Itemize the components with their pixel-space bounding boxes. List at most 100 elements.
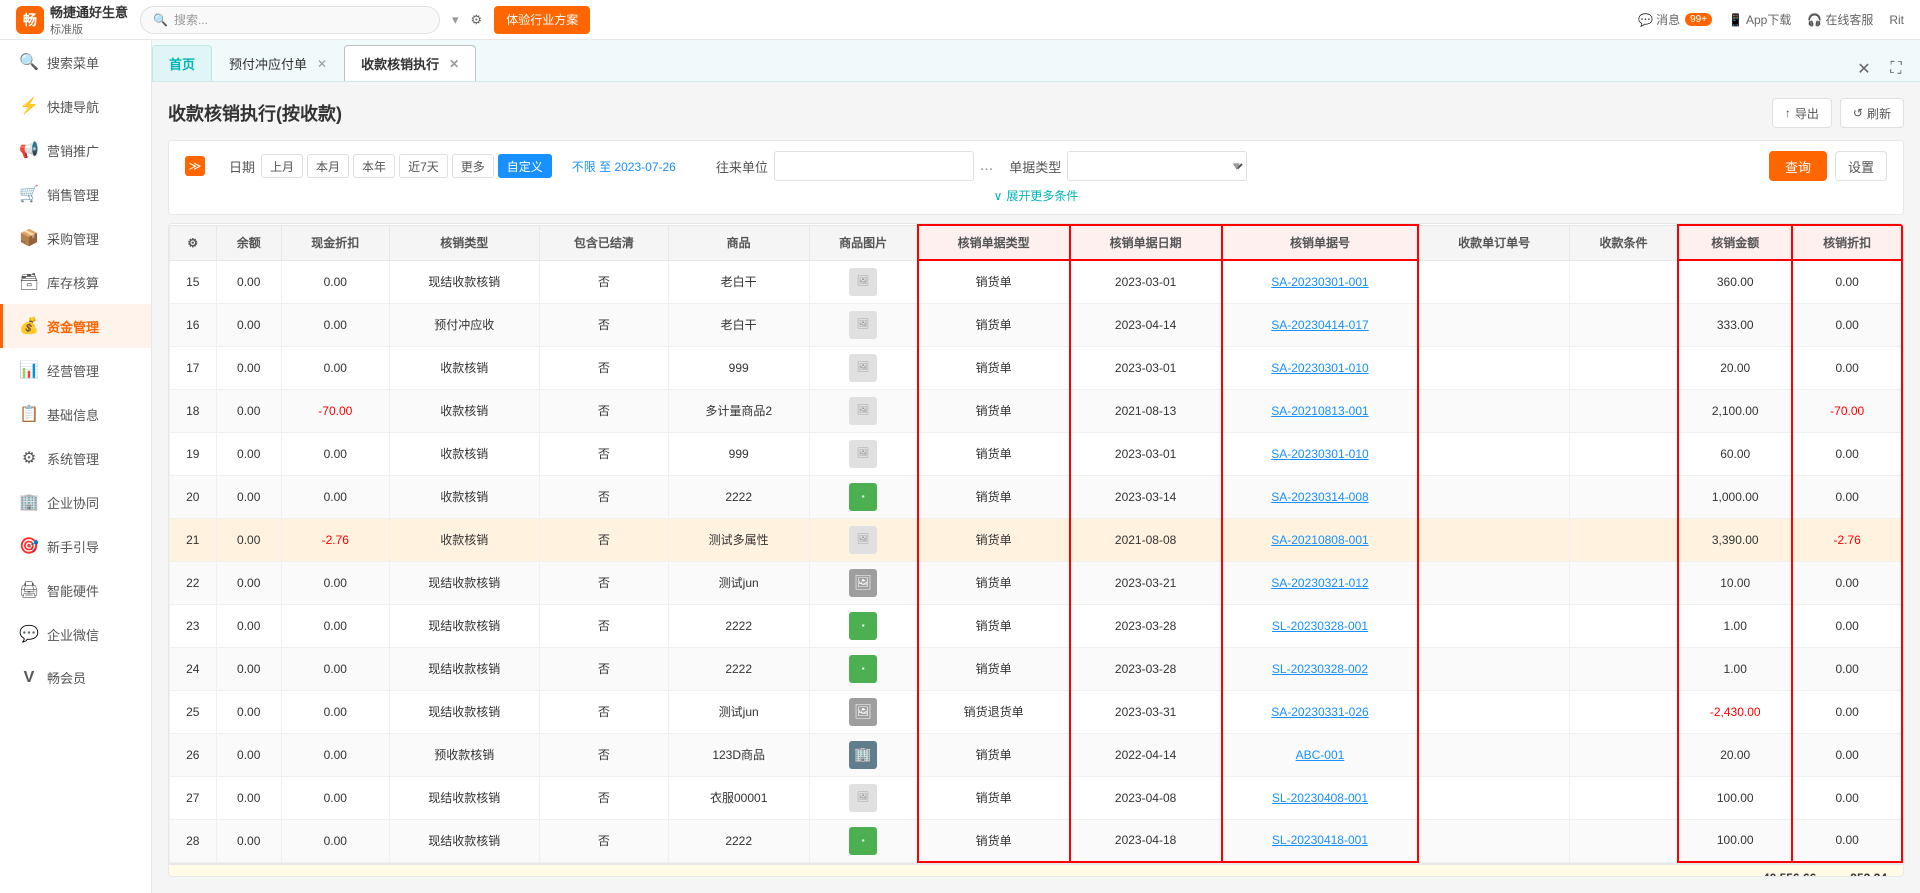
row-order-no [1418,819,1569,862]
sidebar-label-operations: 经营管理 [47,361,99,380]
row-settled: 否 [539,776,668,819]
finance-icon: 💰 [19,316,39,336]
top-search-bar[interactable]: 🔍 搜索... [140,6,440,34]
row-bill-no[interactable]: SA-20230301-010 [1222,432,1419,475]
product-image: 🖼 [849,354,877,382]
tab-expand-btn[interactable]: ⛶ [1884,57,1908,81]
sidebar-item-quicknav[interactable]: ⚡ 快捷导航 [0,84,151,128]
sidebar-item-finance[interactable]: 💰 资金管理 [0,304,151,348]
row-bill-no[interactable]: SL-20230328-002 [1222,647,1419,690]
tab-bar: 首页 预付冲应付单 ✕ 收款核销执行 ✕ ✕ ⛶ [152,40,1920,82]
row-no: 16 [170,303,217,346]
row-bill-type: 销货单 [918,647,1070,690]
table-row: 22 0.00 0.00 现结收款核销 否 测试jun 🖼 销货单 2023-0… [170,561,1903,604]
filter-area: ≫ 日期 上月 本月 本年 近7天 更多 自定义 不限 至 2 [168,140,1904,215]
tab-collect[interactable]: 收款核销执行 ✕ [344,45,476,81]
sidebar-item-sales[interactable]: 🛒 销售管理 [0,172,151,216]
row-bill-type: 销货单 [918,819,1070,862]
this-year-btn[interactable]: 本年 [353,154,395,178]
row-bill-date: 2021-08-13 [1070,389,1222,432]
tab-home[interactable]: 首页 [152,45,212,81]
row-no: 18 [170,389,217,432]
row-write-off-discount: 0.00 [1792,561,1902,604]
row-goods: 2222 [668,819,809,862]
message-btn[interactable]: 💬 消息 99+ [1638,11,1712,28]
row-write-off-discount: 0.00 [1792,475,1902,518]
row-bill-no[interactable]: SA-20230414-017 [1222,303,1419,346]
row-balance: 0.00 [216,346,281,389]
last-month-btn[interactable]: 上月 [261,154,303,178]
this-month-btn[interactable]: 本月 [307,154,349,178]
partner-input[interactable] [774,151,974,181]
top-bar: 畅 畅捷通好生意 标准版 🔍 搜索... ▾ ⚙ 体验行业方案 💬 消息 99+… [0,0,1920,40]
expand-btn[interactable]: ∨ 展开更多条件 [994,187,1079,204]
row-discount: 0.00 [281,819,389,862]
product-image: 🖼 [849,311,877,339]
tab-close-btn[interactable]: ✕ [1852,57,1876,81]
row-bill-no[interactable]: SA-20210808-001 [1222,518,1419,561]
refresh-btn[interactable]: ↺ 刷新 [1840,98,1904,128]
sidebar-item-inventory[interactable]: 🗃 库存核算 [0,260,151,304]
row-write-off-discount: 0.00 [1792,819,1902,862]
row-discount: -2.76 [281,518,389,561]
sidebar-label-hardware: 智能硬件 [47,581,99,600]
sidebar-label-finance: 资金管理 [47,317,99,336]
row-bill-no[interactable]: SA-20230314-008 [1222,475,1419,518]
table-container[interactable]: ⚙ 余额 现金折扣 核销类型 包含已结清 商品 商品图片 核销单据类型 核销单据… [168,223,1904,877]
row-goods-img: 🖼 [809,690,918,733]
filter-settings-btn[interactable]: 设置 [1835,151,1887,181]
bill-type-select[interactable] [1067,151,1247,181]
filter-toggle-btn[interactable]: ≫ [185,156,205,176]
row-bill-no[interactable]: SA-20230331-026 [1222,690,1419,733]
tab-prepay-close[interactable]: ✕ [317,57,327,71]
sidebar-item-search[interactable]: 🔍 搜索菜单 [0,40,151,84]
bill-type-label: 单据类型 [1009,157,1061,176]
th-pay-cond: 收款条件 [1569,225,1678,260]
tab-prepay[interactable]: 预付冲应付单 ✕ [212,45,344,81]
partner-label: 往来单位 [716,157,768,176]
th-settings[interactable]: ⚙ [170,225,217,260]
row-settled: 否 [539,690,668,733]
sidebar-label-guide: 新手引导 [47,537,99,556]
app-download-btn[interactable]: 📱 App下载 [1728,11,1791,28]
row-bill-no[interactable]: ABC-001 [1222,733,1419,776]
query-btn[interactable]: 查询 [1769,151,1827,181]
sidebar-item-guide[interactable]: 🎯 新手引导 [0,524,151,568]
sidebar-item-basic[interactable]: 📋 基础信息 [0,392,151,436]
row-bill-no[interactable]: SL-20230418-001 [1222,819,1419,862]
row-no: 23 [170,604,217,647]
industry-btn[interactable]: 体验行业方案 [494,6,590,34]
sidebar-item-member[interactable]: V 畅会员 [0,656,151,699]
dropdown-icon[interactable]: ▾ [452,12,459,28]
top-bar-right: 💬 消息 99+ 📱 App下载 🎧 在线客服 Rit [1638,11,1904,28]
table-row: 21 0.00 -2.76 收款核销 否 测试多属性 🖼 销货单 2021-08… [170,518,1903,561]
more-btn[interactable]: 更多 [452,154,494,178]
sidebar-item-hardware[interactable]: 🖨 智能硬件 [0,568,151,612]
user-profile[interactable]: Rit [1889,13,1904,27]
row-goods: 老白干 [668,303,809,346]
row-bill-no[interactable]: SA-20210813-001 [1222,389,1419,432]
last7-btn[interactable]: 近7天 [399,154,448,178]
export-btn[interactable]: ↑ 导出 [1772,98,1832,128]
custom-btn[interactable]: 自定义 [498,154,552,178]
row-bill-no[interactable]: SA-20230321-012 [1222,561,1419,604]
row-bill-no[interactable]: SL-20230408-001 [1222,776,1419,819]
tab-bar-actions: ✕ ⛶ [1840,57,1920,81]
row-bill-no[interactable]: SA-20230301-010 [1222,346,1419,389]
sidebar-item-system[interactable]: ⚙ 系统管理 [0,436,151,480]
settings-icon[interactable]: ⚙ [471,12,483,28]
tab-collect-close[interactable]: ✕ [449,57,459,71]
row-bill-no[interactable]: SL-20230328-001 [1222,604,1419,647]
online-service-btn[interactable]: 🎧 在线客服 [1807,11,1873,28]
row-pay-cond [1569,819,1678,862]
sidebar-item-enterprise[interactable]: 🏢 企业协同 [0,480,151,524]
sidebar-item-operations[interactable]: 📊 经营管理 [0,348,151,392]
row-bill-no[interactable]: SA-20230301-001 [1222,260,1419,303]
sidebar-item-purchase[interactable]: 📦 采购管理 [0,216,151,260]
row-pay-cond [1569,776,1678,819]
row-goods-img: 🖼 [809,303,918,346]
date-label: 日期 [229,157,255,176]
sidebar-item-wechat[interactable]: 💬 企业微信 [0,612,151,656]
sidebar-item-marketing[interactable]: 📢 营销推广 [0,128,151,172]
row-no: 21 [170,518,217,561]
